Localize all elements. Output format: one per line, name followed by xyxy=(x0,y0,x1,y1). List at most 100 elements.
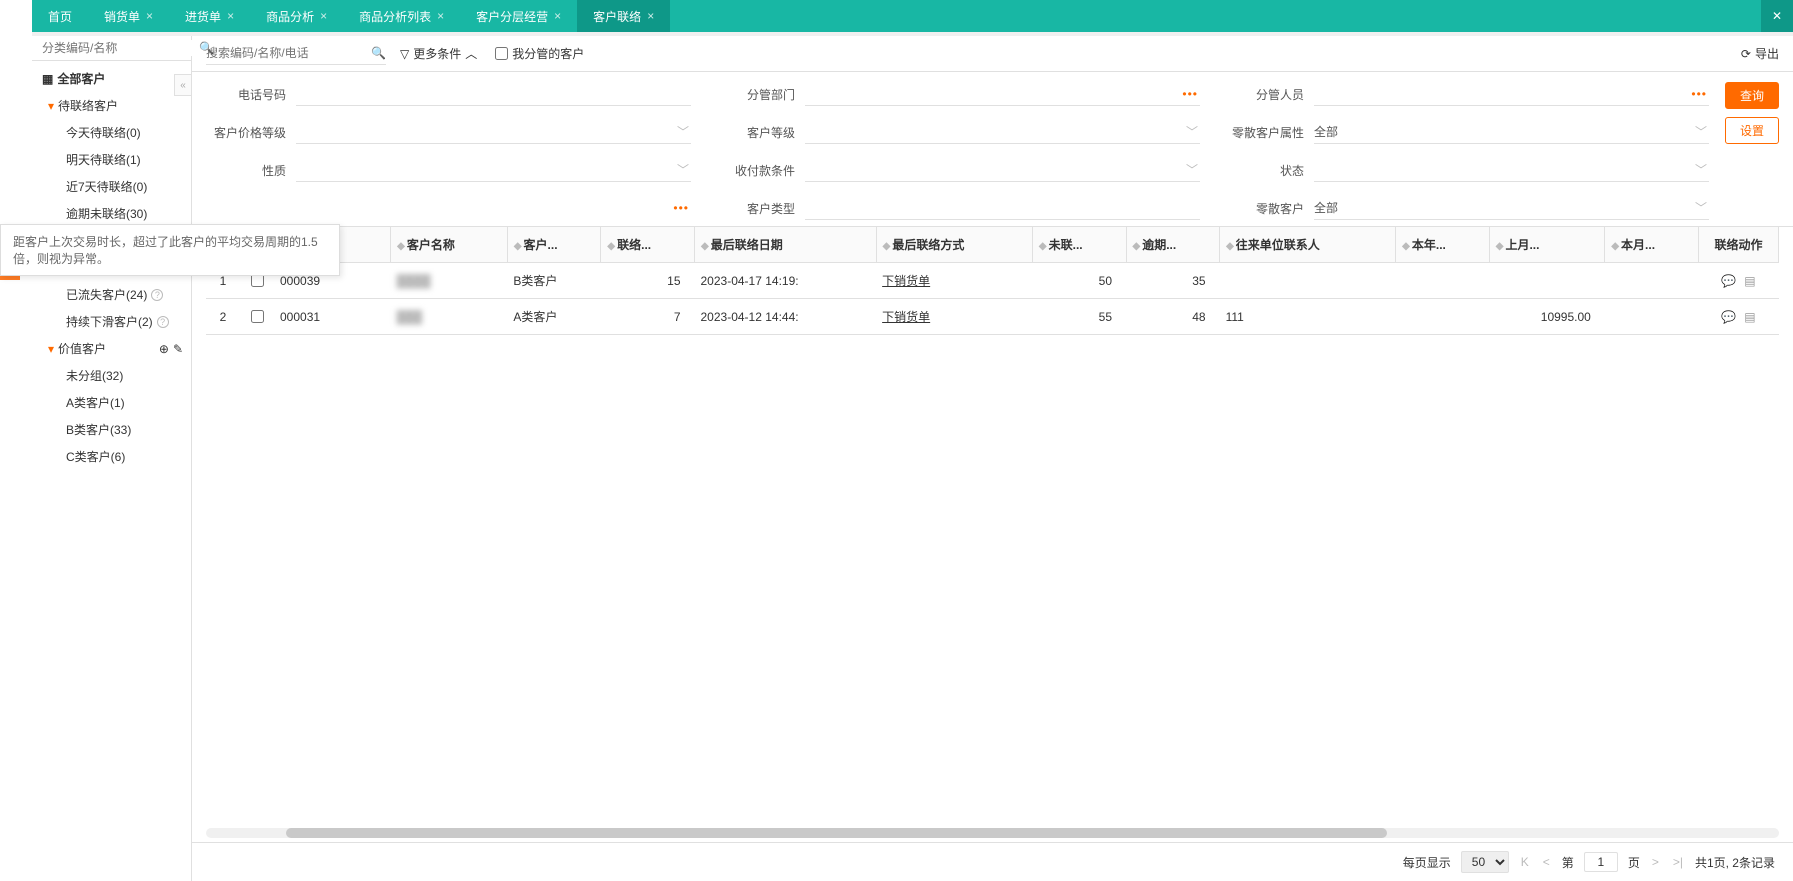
filter-input[interactable]: ﹀ xyxy=(805,120,1200,144)
filter-input[interactable]: ••• xyxy=(296,196,691,220)
table-row[interactable]: 1000039████B类客户152023-04-17 14:19:下销货单50… xyxy=(206,263,1779,299)
tab-首页[interactable]: 首页 xyxy=(32,0,88,32)
tab-商品分析列表[interactable]: 商品分析列表× xyxy=(343,0,460,32)
last-page-button[interactable]: >| xyxy=(1671,855,1685,869)
filter-label: 电话号码 xyxy=(206,86,296,103)
column-header[interactable]: ◆未联... xyxy=(1032,227,1126,263)
sort-icon[interactable]: ◆ xyxy=(514,241,522,252)
sidebar-item[interactable]: B类客户(33) xyxy=(32,416,191,443)
column-header[interactable]: ◆本月... xyxy=(1605,227,1699,263)
sort-icon[interactable]: ◆ xyxy=(1133,241,1141,252)
filter-input[interactable]: ••• xyxy=(805,82,1200,106)
tab-客户联络[interactable]: 客户联络× xyxy=(577,0,670,32)
wechat-icon[interactable]: 💬 xyxy=(1721,310,1736,324)
column-header[interactable]: ◆逾期... xyxy=(1126,227,1220,263)
edit-icon[interactable]: ✎ xyxy=(173,342,183,356)
wechat-icon[interactable]: 💬 xyxy=(1721,274,1736,288)
settings-button[interactable]: 设置 xyxy=(1725,117,1779,144)
sidebar-collapse-toggle[interactable]: « xyxy=(174,74,192,96)
sort-icon[interactable]: ◆ xyxy=(1402,241,1410,252)
sidebar-all-customers[interactable]: ▦ 全部客户 xyxy=(32,65,191,92)
column-header[interactable]: ◆往来单位联系人 xyxy=(1220,227,1396,263)
filter-input[interactable] xyxy=(805,196,1200,220)
sidebar-item[interactable]: 逾期未联络(30) xyxy=(32,200,191,227)
next-page-button[interactable]: > xyxy=(1650,855,1661,869)
export-button[interactable]: ⟳ 导出 xyxy=(1741,45,1779,62)
column-header[interactable]: ◆上月... xyxy=(1489,227,1605,263)
column-header[interactable]: ◆本年... xyxy=(1396,227,1490,263)
page-input[interactable] xyxy=(1584,852,1618,872)
main-search-input[interactable] xyxy=(206,42,371,64)
sidebar-item[interactable]: 近7天待联络(0) xyxy=(32,173,191,200)
sort-icon[interactable]: ◆ xyxy=(1226,241,1234,252)
filter-field: 分管人员••• xyxy=(1224,82,1709,106)
search-icon[interactable]: 🔍 xyxy=(371,46,386,60)
sidebar-item[interactable]: C类客户(6) xyxy=(32,443,191,470)
table-row[interactable]: 2000031███A类客户72023-04-12 14:44:下销货单5548… xyxy=(206,299,1779,335)
column-header[interactable]: ◆最后联络方式 xyxy=(876,227,1032,263)
horizontal-scrollbar[interactable] xyxy=(206,828,1779,838)
my-customers-checkbox[interactable]: 我分管的客户 xyxy=(491,44,584,63)
sidebar-item[interactable]: 已流失客户(24)? xyxy=(32,281,191,308)
filter-input[interactable]: 全部﹀ xyxy=(1314,196,1709,220)
row-checkbox[interactable] xyxy=(251,310,264,323)
sidebar-item[interactable]: 今天待联络(0) xyxy=(32,119,191,146)
close-icon[interactable]: × xyxy=(554,9,561,23)
filter-input[interactable] xyxy=(296,82,691,106)
filter-input[interactable]: ﹀ xyxy=(805,158,1200,182)
sidebar-item[interactable]: 未分组(32) xyxy=(32,362,191,389)
filter-input[interactable]: ••• xyxy=(1314,82,1709,106)
tab-客户分层经营[interactable]: 客户分层经营× xyxy=(460,0,577,32)
tab-进货单[interactable]: 进货单× xyxy=(169,0,250,32)
sidebar-item[interactable]: 明天待联络(1) xyxy=(32,146,191,173)
sort-icon[interactable]: ◆ xyxy=(701,241,709,252)
filter-input[interactable]: ﹀ xyxy=(1314,158,1709,182)
sort-icon[interactable]: ◆ xyxy=(607,241,615,252)
sort-icon[interactable]: ◆ xyxy=(397,241,405,252)
filter-input[interactable]: 全部﹀ xyxy=(1314,120,1709,144)
prev-page-button[interactable]: < xyxy=(1541,855,1552,869)
column-header[interactable]: ◆客户... xyxy=(507,227,601,263)
query-button[interactable]: 查询 xyxy=(1725,82,1779,109)
last-contact-link[interactable]: 下销货单 xyxy=(882,310,930,324)
column-header[interactable]: ◆联络... xyxy=(601,227,695,263)
grid-icon: ▦ xyxy=(42,72,51,86)
help-icon[interactable]: ? xyxy=(151,289,163,301)
close-icon[interactable]: × xyxy=(647,9,654,23)
column-header[interactable]: ◆最后联络日期 xyxy=(695,227,877,263)
more-actions-icon[interactable]: ▤ xyxy=(1744,310,1755,324)
sidebar-item[interactable]: 持续下滑客户(2)? xyxy=(32,308,191,335)
close-icon[interactable]: × xyxy=(227,9,234,23)
tab-销货单[interactable]: 销货单× xyxy=(88,0,169,32)
more-filters-toggle[interactable]: ▽ 更多条件 ︿ xyxy=(400,45,477,62)
ellipsis-icon[interactable]: ••• xyxy=(673,201,689,215)
tab-商品分析[interactable]: 商品分析× xyxy=(250,0,343,32)
last-contact-link[interactable]: 下销货单 xyxy=(882,274,930,288)
sidebar-group[interactable]: ▾价值客户⊕✎ xyxy=(32,335,191,362)
sort-icon[interactable]: ◆ xyxy=(1496,241,1504,252)
first-page-button[interactable]: K xyxy=(1519,855,1531,869)
column-header[interactable]: ◆客户名称 xyxy=(391,227,508,263)
close-all-tabs[interactable]: ✕ xyxy=(1761,0,1793,32)
search-icon[interactable]: 🔍 xyxy=(199,41,214,55)
column-header[interactable]: 联络动作 xyxy=(1699,227,1779,263)
my-customers-checkbox-input[interactable] xyxy=(495,47,508,60)
sort-icon[interactable]: ◆ xyxy=(1611,241,1619,252)
filter-input[interactable]: ﹀ xyxy=(296,158,691,182)
per-page-select[interactable]: 50 xyxy=(1461,851,1509,873)
close-icon[interactable]: × xyxy=(146,9,153,23)
scrollbar-thumb[interactable] xyxy=(286,828,1387,838)
help-icon[interactable]: ? xyxy=(157,316,169,328)
sidebar-item[interactable]: A类客户(1) xyxy=(32,389,191,416)
close-icon[interactable]: × xyxy=(437,9,444,23)
add-icon[interactable]: ⊕ xyxy=(159,342,169,356)
filter-input[interactable]: ﹀ xyxy=(296,120,691,144)
sidebar-group[interactable]: ▾待联络客户 xyxy=(32,92,191,119)
more-actions-icon[interactable]: ▤ xyxy=(1744,274,1755,288)
ellipsis-icon[interactable]: ••• xyxy=(1691,87,1707,101)
sort-icon[interactable]: ◆ xyxy=(883,241,891,252)
close-icon[interactable]: × xyxy=(320,9,327,23)
ellipsis-icon[interactable]: ••• xyxy=(1182,87,1198,101)
sidebar-search-input[interactable] xyxy=(40,40,199,56)
sort-icon[interactable]: ◆ xyxy=(1039,241,1047,252)
